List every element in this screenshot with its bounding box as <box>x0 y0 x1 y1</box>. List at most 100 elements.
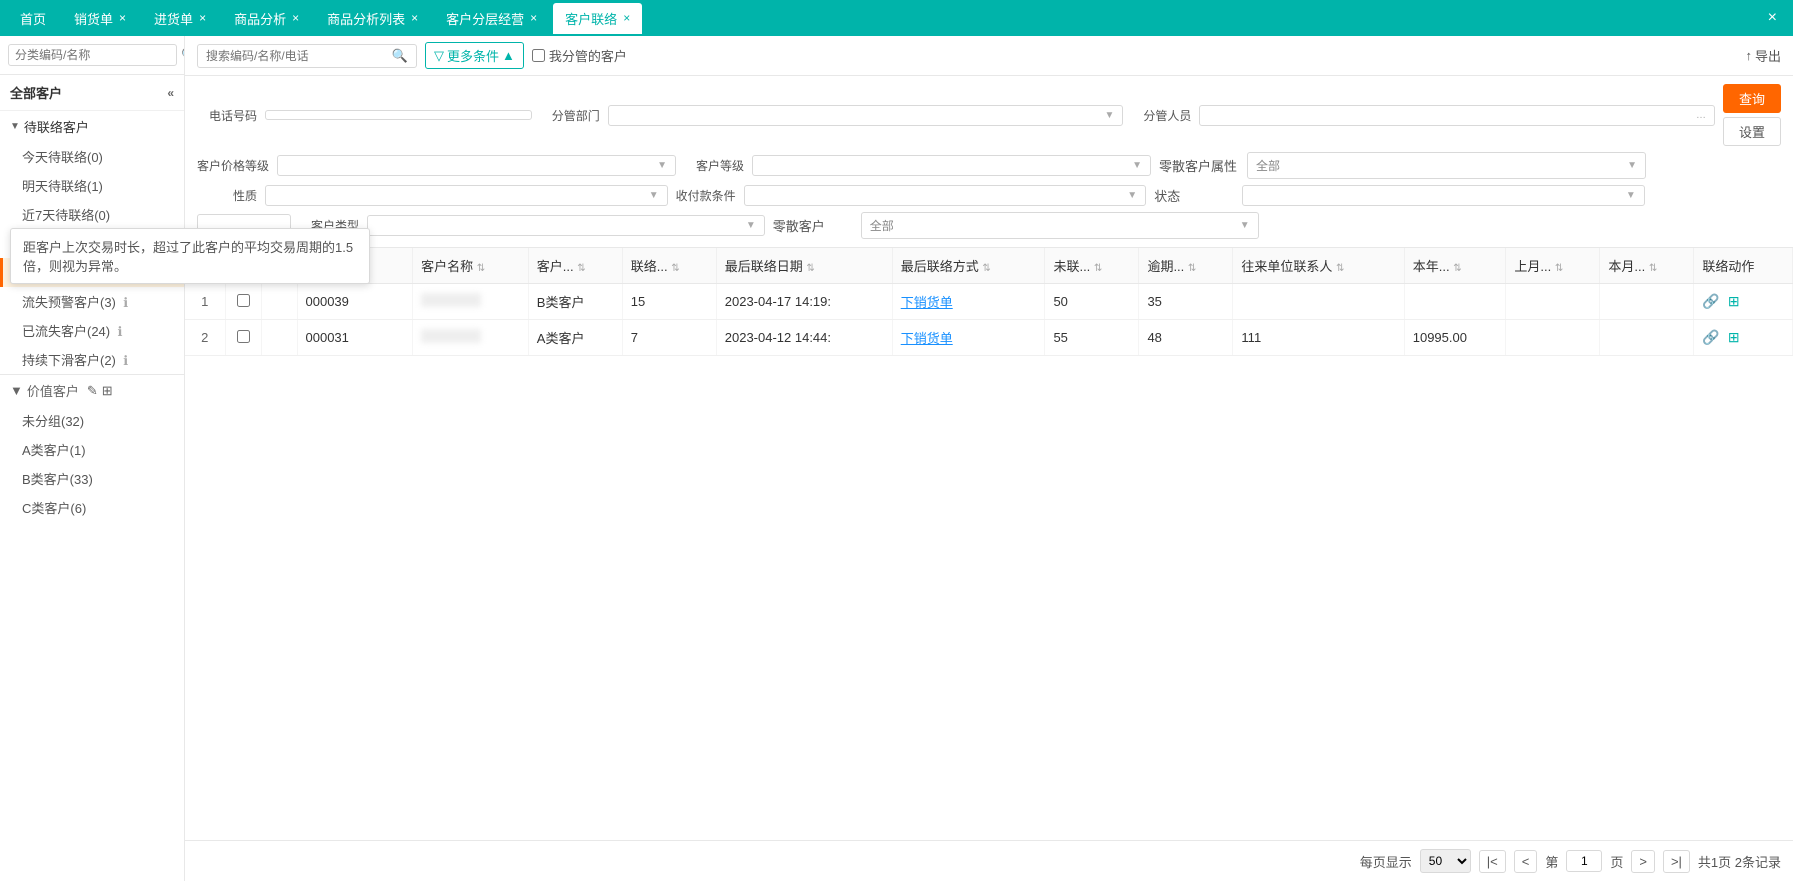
nav-purchase[interactable]: 进货单 × <box>142 3 218 34</box>
sidebar-item-7days[interactable]: 近7天待联络(0) <box>0 200 184 229</box>
value-group-settings-icon[interactable]: ⊞ <box>102 383 113 399</box>
retail-attr-select[interactable]: 全部 ▼ <box>1247 152 1646 179</box>
main-search-input[interactable] <box>206 49 392 63</box>
nav-product-list[interactable]: 商品分析列表 × <box>315 3 430 34</box>
sort-icon-this-month[interactable]: ⇅ <box>1649 263 1657 274</box>
row-action-0[interactable]: 🔗 ⊞ <box>1694 284 1793 320</box>
row-action-1[interactable]: 🔗 ⊞ <box>1694 320 1793 356</box>
page-input[interactable] <box>1566 850 1602 872</box>
setting-button[interactable]: 设置 <box>1723 117 1781 146</box>
sidebar-item-tomorrow[interactable]: 明天待联络(1) <box>0 171 184 200</box>
row-this-month-1 <box>1600 320 1694 356</box>
sort-icon-overdue[interactable]: ⇅ <box>1188 263 1196 274</box>
nav-customer-contact[interactable]: 客户联络 × <box>553 3 642 34</box>
row-code-1[interactable]: 000031 <box>297 320 413 356</box>
sort-icon-last-way[interactable]: ⇅ <box>982 263 990 274</box>
sort-icon-last-month[interactable]: ⇅ <box>1555 263 1563 274</box>
close-all-button[interactable]: × <box>1760 9 1785 27</box>
sort-icon-contact[interactable]: ⇅ <box>671 263 679 274</box>
col-header-contact[interactable]: 联络... ⇅ <box>622 248 716 284</box>
value-group-edit-icon[interactable]: ✎ <box>87 383 98 399</box>
sidebar-value-title[interactable]: ▼ 价值客户 ✎ ⊞ <box>0 374 184 406</box>
payment-select[interactable]: ▼ <box>744 185 1147 206</box>
nav-customer-tier-close[interactable]: × <box>530 11 537 25</box>
nav-home[interactable]: 首页 <box>8 3 58 34</box>
col-header-uncontacted[interactable]: 未联... ⇅ <box>1045 248 1139 284</box>
nav-customer-tier[interactable]: 客户分层经营 × <box>434 3 549 34</box>
my-customers-checkbox-wrap[interactable]: 我分管的客户 <box>532 46 627 65</box>
chevron-down-icon: ▼ <box>10 121 20 132</box>
first-page-button[interactable]: |< <box>1479 850 1506 873</box>
gender-select[interactable]: ▼ <box>265 185 668 206</box>
phone-input[interactable] <box>265 110 532 120</box>
sort-icon-type[interactable]: ⇅ <box>577 263 585 274</box>
col-header-name[interactable]: 客户名称 ⇅ <box>413 248 529 284</box>
sidebar-item-declining[interactable]: 持续下滑客户(2) ℹ <box>0 345 184 374</box>
row-last-way-1[interactable]: 下销货单 <box>892 320 1045 356</box>
customer-type-select[interactable]: ▼ <box>367 215 765 236</box>
retail-customer-select[interactable]: 全部 ▼ <box>861 212 1259 239</box>
row-code-0[interactable]: 000039 <box>297 284 413 320</box>
sidebar-item-today[interactable]: 今天待联络(0) <box>0 142 184 171</box>
sidebar-search-input[interactable] <box>8 44 177 66</box>
nav-customer-contact-close[interactable]: × <box>623 11 630 25</box>
sidebar-item-a-class[interactable]: A类客户(1) <box>0 435 184 464</box>
nav-product-analysis[interactable]: 商品分析 × <box>222 3 311 34</box>
main-search-icon[interactable]: 🔍 <box>392 48 408 64</box>
col-header-last-way[interactable]: 最后联络方式 ⇅ <box>892 248 1045 284</box>
row-checkbox-0[interactable] <box>237 294 250 307</box>
filter-icon: ▽ <box>434 48 444 64</box>
action-link-icon-1[interactable]: 🔗 <box>1702 329 1719 346</box>
row-last-way-0[interactable]: 下销货单 <box>892 284 1045 320</box>
row-check-0[interactable] <box>225 284 261 320</box>
declining-info-icon[interactable]: ℹ <box>123 353 128 368</box>
more-conditions-button[interactable]: ▽ 更多条件 ▲ <box>425 42 524 69</box>
col-header-this-year[interactable]: 本年... ⇅ <box>1404 248 1506 284</box>
query-button[interactable]: 查询 <box>1723 84 1781 113</box>
nav-product-list-close[interactable]: × <box>411 11 418 25</box>
price-grade-select[interactable]: ▼ <box>277 155 676 176</box>
next-page-button[interactable]: > <box>1631 850 1655 873</box>
sidebar-item-churn-warning[interactable]: 流失预警客户(3) ℹ <box>0 287 184 316</box>
sidebar-collapse-icon[interactable]: « <box>167 86 174 100</box>
dept-select[interactable]: ▼ <box>608 105 1124 126</box>
last-page-button[interactable]: >| <box>1663 850 1690 873</box>
action-grid-icon-1[interactable]: ⊞ <box>1728 329 1740 346</box>
filter-row-1: 电话号码 分管部门 ▼ 分管人员 … 查询 设置 <box>197 84 1781 146</box>
col-header-last-date[interactable]: 最后联络日期 ⇅ <box>716 248 892 284</box>
row-checkbox-1[interactable] <box>237 330 250 343</box>
sort-icon-name[interactable]: ⇅ <box>477 263 485 274</box>
col-header-this-month[interactable]: 本月... ⇅ <box>1600 248 1694 284</box>
sort-icon-this-year[interactable]: ⇅ <box>1453 263 1461 274</box>
sidebar-item-b-class[interactable]: B类客户(33) <box>0 464 184 493</box>
sort-icon-unit-contact[interactable]: ⇅ <box>1336 263 1344 274</box>
nav-sales-close[interactable]: × <box>119 11 126 25</box>
per-page-select[interactable]: 50 100 200 <box>1420 849 1471 873</box>
table-row: 2 000031 A类客户 7 2023-04-12 14:44: 下销货单 5… <box>185 320 1793 356</box>
sidebar-item-ungrouped[interactable]: 未分组(32) <box>0 406 184 435</box>
col-header-unit-contact[interactable]: 往来单位联系人 ⇅ <box>1233 248 1404 284</box>
export-button[interactable]: ↑ 导出 <box>1745 46 1781 65</box>
total-records-label: 共1页 2条记录 <box>1698 852 1781 871</box>
prev-page-button[interactable]: < <box>1514 850 1538 873</box>
sort-icon-uncontacted[interactable]: ⇅ <box>1094 263 1102 274</box>
sidebar-item-churned[interactable]: 已流失客户(24) ℹ <box>0 316 184 345</box>
grade-select[interactable]: ▼ <box>752 155 1151 176</box>
nav-purchase-close[interactable]: × <box>199 11 206 25</box>
sidebar-group-pending-title[interactable]: ▼ 待联络客户 <box>0 111 184 142</box>
col-header-last-month[interactable]: 上月... ⇅ <box>1506 248 1600 284</box>
col-header-overdue[interactable]: 逾期... ⇅ <box>1139 248 1233 284</box>
nav-sales[interactable]: 销货单 × <box>62 3 138 34</box>
churned-info-icon[interactable]: ℹ <box>117 324 122 339</box>
col-header-type[interactable]: 客户... ⇅ <box>528 248 622 284</box>
row-check-1[interactable] <box>225 320 261 356</box>
action-grid-icon-0[interactable]: ⊞ <box>1728 293 1740 310</box>
churn-warning-info-icon[interactable]: ℹ <box>123 295 128 310</box>
nav-product-analysis-close[interactable]: × <box>292 11 299 25</box>
person-select[interactable]: … <box>1199 105 1715 126</box>
status-select[interactable]: ▼ <box>1242 185 1645 206</box>
my-customers-checkbox[interactable] <box>532 49 545 62</box>
sort-icon-last-date[interactable]: ⇅ <box>806 263 814 274</box>
action-link-icon-0[interactable]: 🔗 <box>1702 293 1719 310</box>
sidebar-item-c-class[interactable]: C类客户(6) <box>0 493 184 522</box>
